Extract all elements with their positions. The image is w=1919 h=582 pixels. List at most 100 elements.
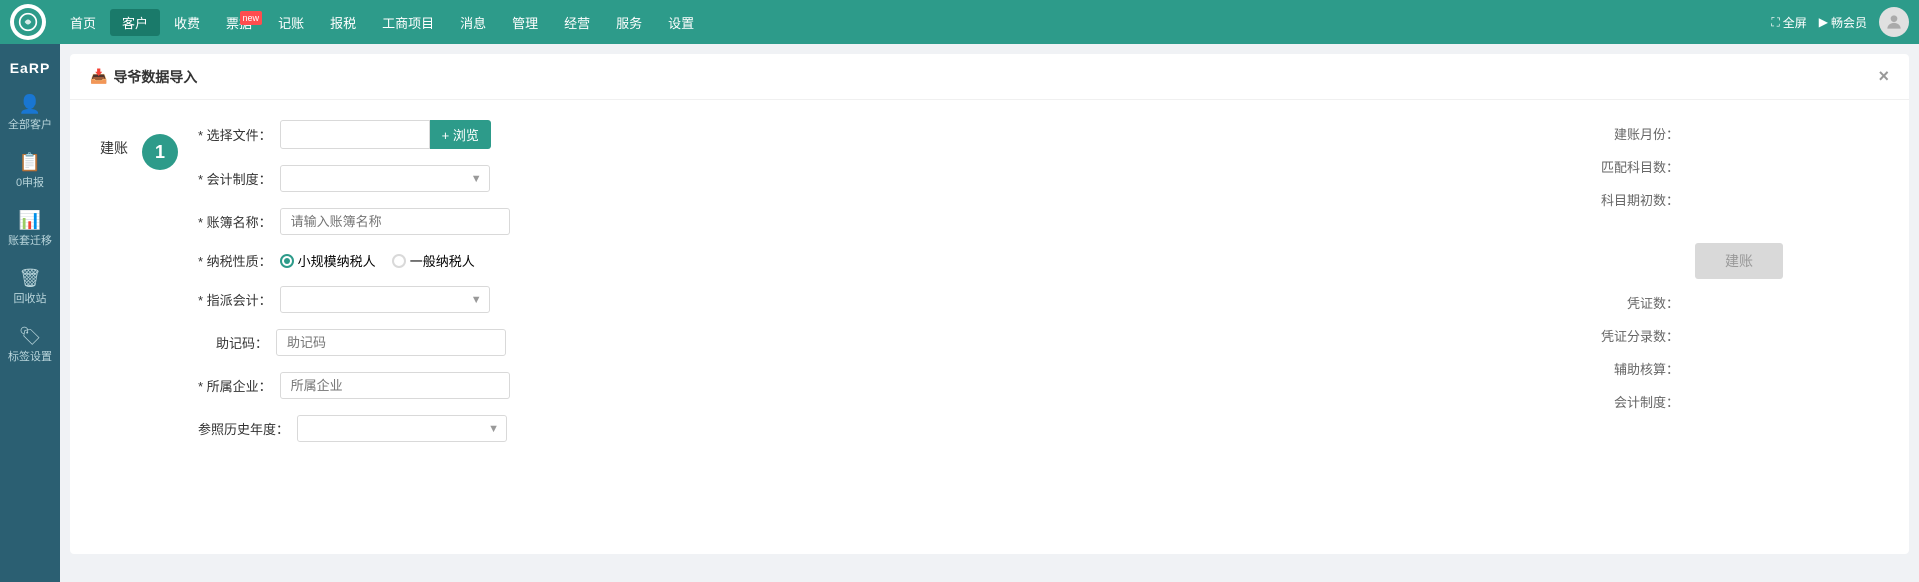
- accounting-system-select-wrapper: ▼: [280, 165, 490, 192]
- info-row-auxiliary: 辅助核算：: [1599, 359, 1879, 378]
- sidebar-label-migrate: 账套迁移: [8, 232, 52, 248]
- company-input[interactable]: [280, 372, 510, 399]
- accountant-select[interactable]: [280, 286, 490, 313]
- file-text-input[interactable]: [280, 120, 430, 149]
- voucher-count-label: 凭证数：: [1599, 293, 1679, 312]
- browse-button[interactable]: + 浏览: [430, 120, 491, 149]
- file-input-row: + 浏览: [280, 120, 491, 149]
- build-account-button[interactable]: 建账: [1695, 243, 1783, 279]
- sidebar: EaRP 👤 全部客户 📋 0申报 📊 账套迁移 🗑 回收站 🏷 标签设置: [0, 44, 60, 582]
- step-circle: 1: [142, 134, 178, 170]
- sidebar-label-recycle: 回收站: [14, 290, 47, 306]
- ledger-name-input[interactable]: [280, 208, 510, 235]
- nav-item-business[interactable]: 工商项目: [370, 9, 446, 36]
- sidebar-item-tags[interactable]: 🏷 标签设置: [0, 319, 60, 372]
- nav-item-invoice[interactable]: 票据 new: [214, 9, 264, 36]
- nav-item-customer[interactable]: 客户: [110, 9, 160, 36]
- build-btn-container: 建账: [1599, 233, 1879, 279]
- radio-small-scale[interactable]: 小规模纳税人: [280, 251, 376, 270]
- panel-title: 导爷数据导入: [113, 67, 197, 87]
- form-row-memo: 助记码：: [198, 329, 1559, 356]
- step-label: 建账: [100, 124, 128, 158]
- assign-accountant-label: * 指派会计：: [198, 290, 272, 309]
- sidebar-item-declare[interactable]: 📋 0申报: [0, 145, 60, 198]
- radio-small-scale-circle: [280, 254, 294, 268]
- nav-item-manage[interactable]: 管理: [500, 9, 550, 36]
- erp-label: EaRP: [4, 54, 57, 82]
- month-label: 建账月份：: [1599, 124, 1679, 143]
- form-row-accountant: * 指派会计： ▼: [198, 286, 1559, 313]
- form-row-accounting: * 会计制度： ▼: [198, 165, 1559, 192]
- select-file-label: * 选择文件：: [198, 125, 272, 144]
- sidebar-item-migrate[interactable]: 📊 账套迁移: [0, 203, 60, 256]
- fullscreen-btn[interactable]: ⛶ 全屏: [1771, 14, 1806, 31]
- accounting-system-label: * 会计制度：: [198, 169, 272, 188]
- close-button[interactable]: ×: [1878, 66, 1889, 87]
- info-row-match: 匹配科目数：: [1599, 157, 1879, 176]
- info-row-voucher-entries: 凭证分录数：: [1599, 326, 1879, 345]
- memo-input[interactable]: [276, 329, 506, 356]
- sidebar-item-customers[interactable]: 👤 全部客户: [0, 87, 60, 140]
- top-navigation: 首页 客户 收费 票据 new 记账 报税 工商项目 消息 管理 经营 服务 设…: [0, 0, 1919, 44]
- nav-item-settings[interactable]: 设置: [656, 9, 706, 36]
- main-layout: EaRP 👤 全部客户 📋 0申报 📊 账套迁移 🗑 回收站 🏷 标签设置: [0, 44, 1919, 582]
- radio-general-label: 一般纳税人: [410, 251, 475, 270]
- panel-header-left: 📥 导爷数据导入: [90, 67, 197, 87]
- radio-general[interactable]: 一般纳税人: [392, 251, 475, 270]
- panel: 📥 导爷数据导入 × 建账 1: [70, 54, 1909, 554]
- auxiliary-label: 辅助核算：: [1599, 359, 1679, 378]
- info-row-accounting-system: 会计制度：: [1599, 392, 1879, 411]
- memo-label: 助记码：: [198, 333, 268, 352]
- radio-group-tax: 小规模纳税人 一般纳税人: [280, 251, 475, 270]
- info-row-voucher: 凭证数：: [1599, 293, 1879, 312]
- migrate-icon: 📊: [19, 211, 41, 229]
- form-container: * 选择文件： + 浏览 * 会计制度：: [198, 120, 1559, 442]
- customers-icon: 👤: [19, 95, 41, 113]
- panel-header: 📥 导爷数据导入 ×: [70, 54, 1909, 100]
- recycle-icon: 🗑: [19, 269, 42, 287]
- sidebar-item-recycle[interactable]: 🗑 回收站: [0, 261, 60, 314]
- step-section: 建账 1 * 选择文件： + 浏览: [100, 120, 1559, 442]
- logo-inner: [14, 8, 42, 36]
- nav-item-tax[interactable]: 报税: [318, 9, 368, 36]
- nav-item-message[interactable]: 消息: [448, 9, 498, 36]
- logo[interactable]: [10, 4, 46, 40]
- form-row-tax: * 纳税性质： 小规模纳税人 一般纳税人: [198, 251, 1559, 270]
- avatar[interactable]: [1879, 7, 1909, 37]
- nav-item-operation[interactable]: 经营: [552, 9, 602, 36]
- new-badge: new: [240, 11, 263, 25]
- radio-small-scale-label: 小规模纳税人: [298, 251, 376, 270]
- sidebar-label-tags: 标签设置: [8, 348, 52, 364]
- company-label: * 所属企业：: [198, 376, 272, 395]
- content-area: 📥 导爷数据导入 × 建账 1: [60, 44, 1919, 582]
- history-year-label: 参照历史年度：: [198, 419, 289, 438]
- history-year-select[interactable]: [297, 415, 507, 442]
- period-init-label: 科目期初数：: [1599, 190, 1679, 209]
- tax-type-label: * 纳税性质：: [198, 251, 272, 270]
- right-panel: 建账月份： 匹配科目数： 科目期初数： 建账: [1599, 120, 1879, 442]
- member-icon: ▶: [1819, 15, 1828, 29]
- tags-icon: 🏷: [19, 327, 42, 345]
- match-subject-label: 匹配科目数：: [1599, 157, 1679, 176]
- nav-right: ⛶ 全屏 ▶ 畅会员: [1771, 7, 1909, 37]
- nav-item-bookkeeping[interactable]: 记账: [266, 9, 316, 36]
- history-year-select-wrapper: ▼: [297, 415, 507, 442]
- nav-item-fee[interactable]: 收费: [162, 9, 212, 36]
- voucher-entries-label: 凭证分录数：: [1599, 326, 1679, 345]
- nav-item-service[interactable]: 服务: [604, 9, 654, 36]
- accounting-system-select[interactable]: [280, 165, 490, 192]
- nav-item-home[interactable]: 首页: [58, 9, 108, 36]
- fullscreen-icon: ⛶: [1771, 15, 1779, 30]
- form-row-file: * 选择文件： + 浏览: [198, 120, 1559, 149]
- panel-body: 建账 1 * 选择文件： + 浏览: [70, 100, 1909, 462]
- info-row-month: 建账月份：: [1599, 124, 1879, 143]
- sidebar-label-declare: 0申报: [16, 174, 44, 190]
- sidebar-label-customers: 全部客户: [8, 116, 52, 132]
- info-row-period: 科目期初数：: [1599, 190, 1879, 209]
- ledger-name-label: * 账簿名称：: [198, 212, 272, 231]
- accountant-select-wrapper: ▼: [280, 286, 490, 313]
- member-btn[interactable]: ▶ 畅会员: [1819, 14, 1867, 31]
- right-accounting-system-label: 会计制度：: [1599, 392, 1679, 411]
- form-row-company: * 所属企业：: [198, 372, 1559, 399]
- radio-general-circle: [392, 254, 406, 268]
